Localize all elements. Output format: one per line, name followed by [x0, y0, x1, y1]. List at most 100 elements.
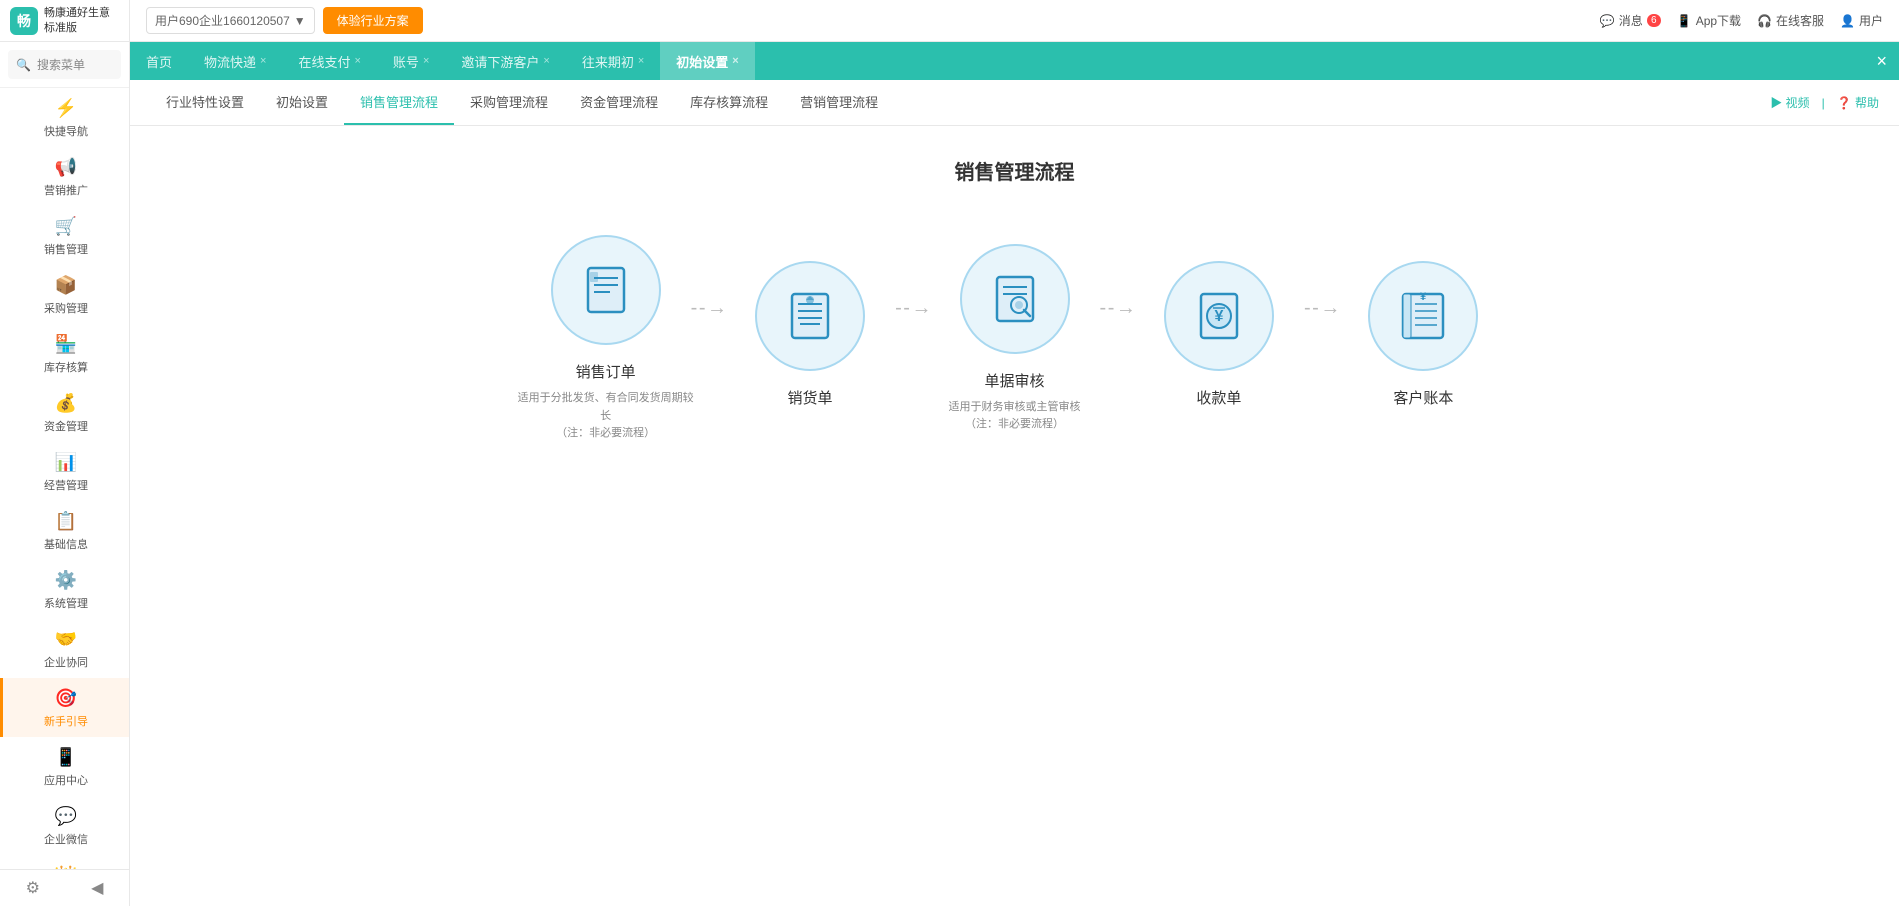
header-left: 用户690企业1660120507 ▼ 体验行业方案: [146, 7, 423, 34]
nav-tab-setup[interactable]: 初始设置 ×: [660, 42, 754, 80]
settings-icon[interactable]: ⚙: [26, 878, 40, 898]
sidebar-label-inventory: 库存核算: [44, 359, 88, 375]
nav-tab-history[interactable]: 往来期初 ×: [566, 42, 660, 80]
collapse-icon[interactable]: ◀: [91, 878, 103, 898]
sidebar-icon-sales-mgmt: 🛒: [55, 216, 77, 237]
user-selector-label: 用户690企业1660120507: [155, 12, 290, 29]
headset-icon: 🎧: [1757, 14, 1772, 28]
chevron-down-icon: ▼: [294, 14, 306, 28]
sidebar-logo: 畅 畅康通好生意 标准版: [0, 0, 129, 42]
sub-tab-sales-flow[interactable]: 销售管理流程: [344, 80, 454, 125]
sidebar-item-sales-mgmt[interactable]: 🛒 销售管理: [0, 206, 129, 265]
user-selector[interactable]: 用户690企业1660120507 ▼: [146, 7, 315, 34]
sidebar-item-enterprise-coop[interactable]: 🤝 企业协同: [0, 619, 129, 678]
nav-tab-payment[interactable]: 在线支付×: [282, 42, 376, 80]
message-label: 消息: [1619, 12, 1643, 29]
nav-tab-invite[interactable]: 邀请下游客户 ×: [445, 42, 565, 80]
user-profile-action[interactable]: 👤 用户: [1840, 12, 1883, 29]
nav-tab-label-history: 往来期初: [582, 52, 634, 71]
nav-tab-close-invite[interactable]: ×: [543, 55, 549, 67]
logo-line2: 标准版: [44, 21, 110, 35]
sidebar-icon-system-mgmt: ⚙️: [55, 570, 77, 591]
sidebar-item-basic-info[interactable]: 📋 基础信息: [0, 501, 129, 560]
nav-tab-label-setup: 初始设置: [676, 52, 728, 71]
sub-tab-purchase-flow[interactable]: 采购管理流程: [454, 80, 564, 125]
nav-tab-logistics[interactable]: 物流快递 ×: [188, 42, 282, 80]
logo-icon: 畅: [10, 7, 38, 35]
sidebar-item-chang-member[interactable]: 👑 畅会员: [0, 855, 129, 869]
sidebar-item-operations-mgmt[interactable]: 📊 经营管理: [0, 442, 129, 501]
flow-step-title-payment-receipt: 收款单: [1196, 387, 1241, 408]
sidebar-item-app-center[interactable]: 📱 应用中心: [0, 737, 129, 796]
main-content: 行业特性设置初始设置销售管理流程采购管理流程资金管理流程库存核算流程营销管理流程…: [130, 80, 1899, 906]
online-service-label: 在线客服: [1776, 12, 1824, 29]
sidebar-item-quick-nav[interactable]: ⚡ 快捷导航: [0, 88, 129, 147]
sidebar-icon-fund-mgmt: 💰: [55, 393, 77, 414]
flow-step-doc-review: 单据审核 适用于财务审核或主管审核（注：非必要流程）: [925, 244, 1105, 434]
sub-tabs-right: ▶ 视频 | ❓ 帮助: [1770, 94, 1879, 111]
nav-tab-close-setup[interactable]: ×: [732, 55, 738, 67]
divider: |: [1822, 96, 1825, 110]
help-link[interactable]: ❓ 帮助: [1837, 94, 1879, 111]
video-link[interactable]: ▶ 视频: [1770, 94, 1809, 111]
nav-tab-home[interactable]: 首页: [130, 42, 188, 80]
close-all-tabs[interactable]: ×: [1864, 42, 1899, 80]
message-action[interactable]: 💬 消息 6: [1600, 12, 1661, 29]
app-download-action[interactable]: 📱 App下载: [1677, 12, 1741, 29]
nav-tabs: 首页物流快递×在线支付×账号×邀请下游客户×往来期初×初始设置××: [130, 42, 1899, 80]
sidebar-bottom: ⚙ ◀: [0, 869, 129, 906]
sidebar-item-marketing-promo[interactable]: 📢 营销推广: [0, 147, 129, 206]
sidebar-icon-marketing-promo: 📢: [55, 157, 77, 178]
header-right: 💬 消息 6 📱 App下载 🎧 在线客服 👤 用户: [1600, 12, 1883, 29]
sidebar-item-fund-mgmt[interactable]: 💰 资金管理: [0, 383, 129, 442]
sub-tab-initial-settings[interactable]: 初始设置: [260, 80, 344, 125]
sidebar-label-app-center: 应用中心: [44, 772, 88, 788]
sidebar-item-purchase-mgmt[interactable]: 📦 采购管理: [0, 265, 129, 324]
nav-tab-account[interactable]: 账号×: [377, 42, 445, 80]
flow-step-sales-order: 销售订单 适用于分批发货、有合同发货周期较长（注：非必要流程）: [516, 235, 696, 443]
sidebar-label-fund-mgmt: 资金管理: [44, 418, 88, 434]
nav-tab-close-account[interactable]: ×: [423, 55, 429, 67]
nav-tab-label-logistics: 物流快递: [204, 52, 256, 71]
flow-step-title-doc-review: 单据审核: [984, 370, 1044, 391]
flow-circle-doc-review: [960, 244, 1070, 354]
sub-tab-inventory-flow[interactable]: 库存核算流程: [674, 80, 784, 125]
sidebar-item-new-guide[interactable]: 🎯 新手引导: [0, 678, 129, 737]
nav-tab-close-history[interactable]: ×: [638, 55, 644, 67]
logo-line1: 畅康通好生意: [44, 6, 110, 20]
flow-circle-customer-ledger: ¥: [1368, 261, 1478, 371]
page-title-text: 销售管理流程: [955, 162, 1075, 184]
flow-circle-sales-order: [551, 235, 661, 345]
sub-tab-industry-settings[interactable]: 行业特性设置: [150, 80, 260, 125]
sidebar-icon-quick-nav: ⚡: [55, 98, 77, 119]
nav-tab-close-logistics[interactable]: ×: [260, 55, 266, 67]
user-name-label: 用户: [1859, 12, 1883, 29]
sub-tab-sales-mgmt-flow[interactable]: 营销管理流程: [784, 80, 894, 125]
sidebar-item-inventory[interactable]: 🏪 库存核算: [0, 324, 129, 383]
flow-step-desc-doc-review: 适用于财务审核或主管审核（注：非必要流程）: [949, 399, 1081, 434]
sidebar-label-system-mgmt: 系统管理: [44, 595, 88, 611]
sidebar-item-enterprise-wechat[interactable]: 💬 企业微信: [0, 796, 129, 855]
sidebar: 畅 畅康通好生意 标准版 🔍 搜索菜单 ⚡ 快捷导航 📢 营销推广 🛒 销售管理…: [0, 0, 130, 906]
online-service-action[interactable]: 🎧 在线客服: [1757, 12, 1824, 29]
sidebar-item-system-mgmt[interactable]: ⚙️ 系统管理: [0, 560, 129, 619]
sidebar-icon-operations-mgmt: 📊: [55, 452, 77, 473]
trial-button[interactable]: 体验行业方案: [323, 7, 423, 34]
sidebar-label-quick-nav: 快捷导航: [44, 123, 88, 139]
flow-diagram: 销售订单 适用于分批发货、有合同发货周期较长（注：非必要流程） - - → 销货…: [130, 205, 1899, 503]
flow-step-desc-sales-order: 适用于分批发货、有合同发货周期较长（注：非必要流程）: [516, 390, 696, 443]
search-menu-button[interactable]: 🔍 搜索菜单: [8, 50, 121, 79]
flow-step-title-customer-ledger: 客户账本: [1393, 387, 1453, 408]
page-title: 销售管理流程: [130, 126, 1899, 205]
sidebar-label-enterprise-wechat: 企业微信: [44, 831, 88, 847]
sidebar-icon-inventory: 🏪: [55, 334, 77, 355]
avatar-icon: 👤: [1840, 14, 1855, 28]
nav-tab-close-payment[interactable]: ×: [354, 55, 360, 67]
flow-step-title-sales-order: 销售订单: [576, 361, 636, 382]
message-badge: 6: [1647, 14, 1661, 27]
sidebar-icon-enterprise-wechat: 💬: [55, 806, 77, 827]
sub-tab-fund-flow[interactable]: 资金管理流程: [564, 80, 674, 125]
nav-tab-label-invite: 邀请下游客户: [461, 52, 539, 71]
sidebar-icon-new-guide: 🎯: [55, 688, 77, 709]
sidebar-nav: ⚡ 快捷导航 📢 营销推广 🛒 销售管理 📦 采购管理 🏪 库存核算 💰 资金管…: [0, 88, 129, 869]
